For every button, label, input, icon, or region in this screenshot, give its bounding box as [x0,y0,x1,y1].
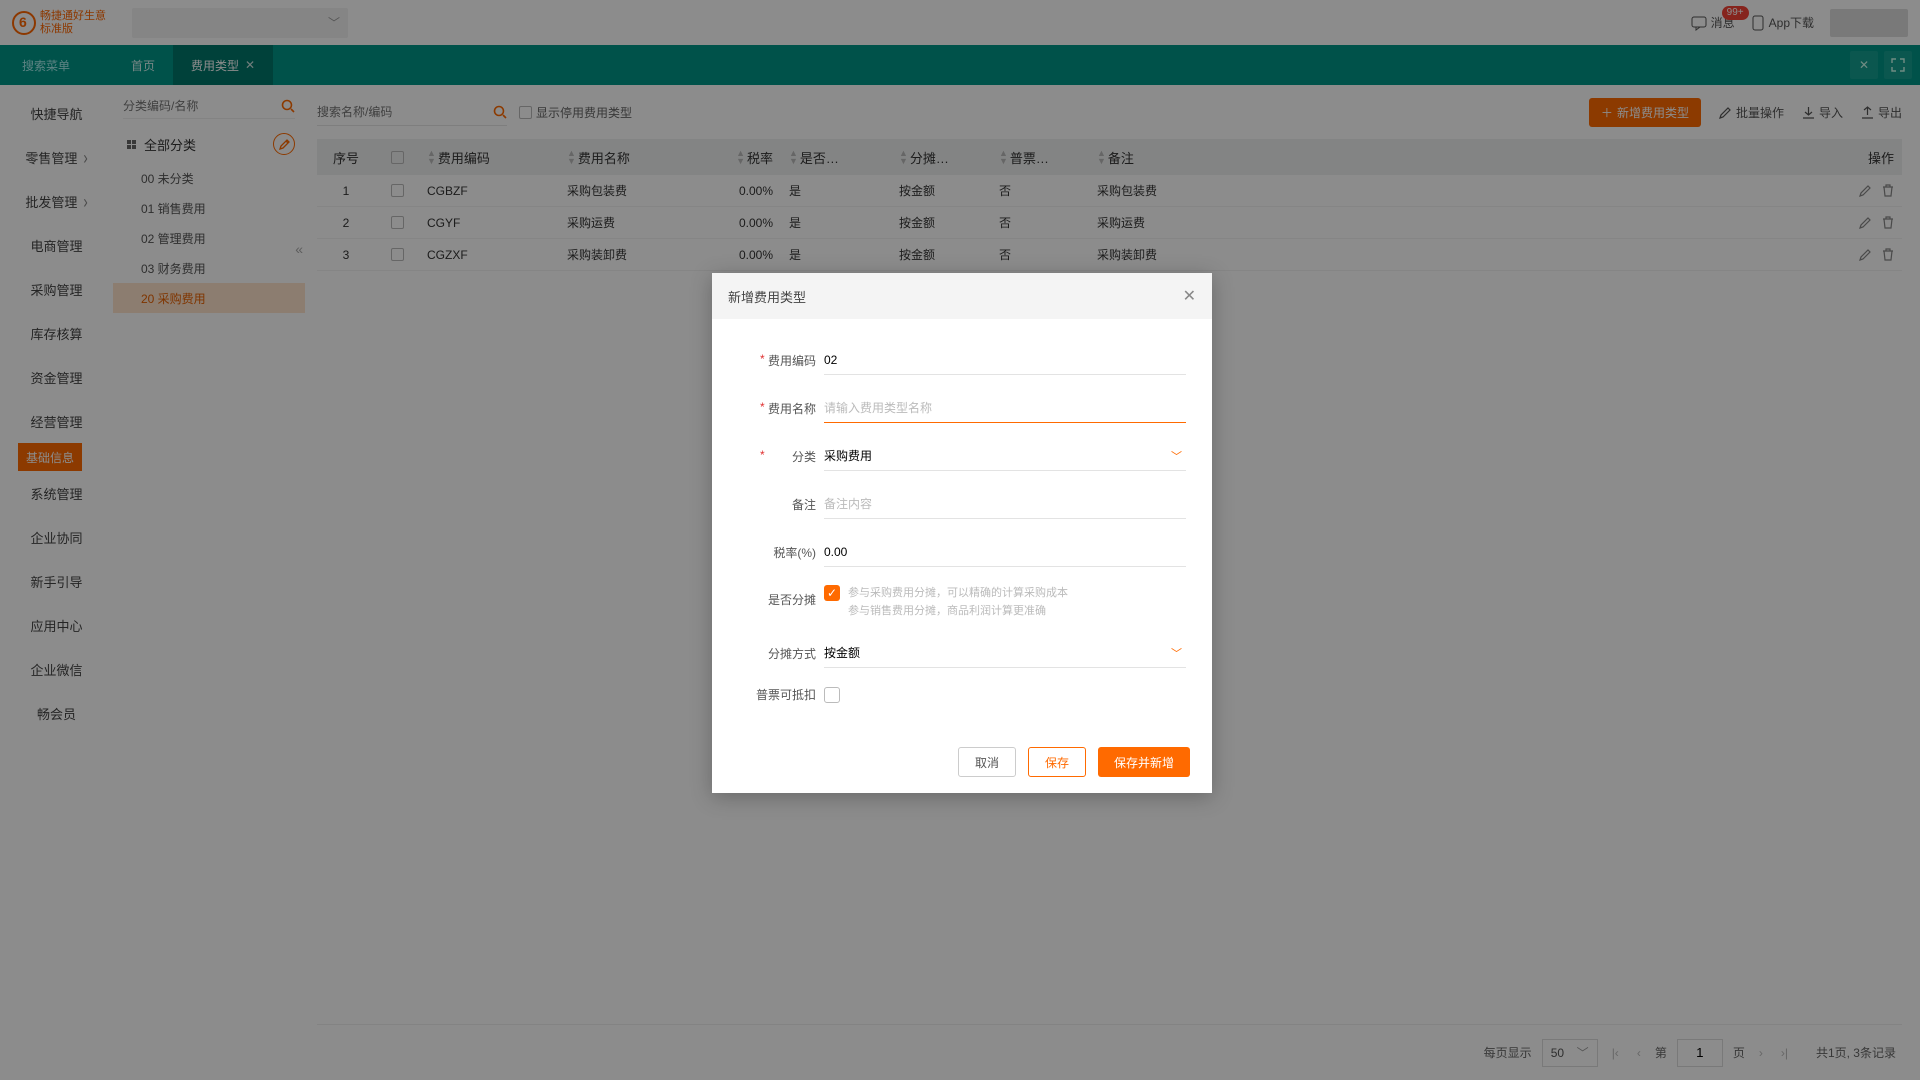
tax-field[interactable] [824,537,1186,567]
note-label: 备注 [738,496,824,513]
pp-label: 普票可抵扣 [738,686,824,703]
modal-footer: 取消 保存 保存并新增 [712,731,1212,793]
cancel-button[interactable]: 取消 [958,747,1016,777]
modal-close-button[interactable]: ✕ [1183,286,1196,306]
name-label: 费用名称 [738,400,824,417]
category-select[interactable]: ﹀ [824,441,1186,471]
code-label: 费用编码 [738,352,824,369]
tax-input[interactable] [824,545,1186,559]
add-fee-type-modal: 新增费用类型 ✕ 费用编码 费用名称 占分类 ﹀ 备注 [712,273,1212,793]
alloc-method-value[interactable] [824,646,1186,660]
tax-label: 税率(%) [738,544,824,561]
alloc-yn-checkbox[interactable]: ✓ [824,585,840,601]
alloc-method-select[interactable]: ﹀ [824,638,1186,668]
alloc-hint: 参与采购费用分摊，可以精确的计算采购成本 参与销售费用分摊，商品利润计算更准确 [848,585,1068,620]
category-value[interactable] [824,449,1186,463]
chevron-down-icon: ﹀ [1171,645,1182,661]
chevron-down-icon: ﹀ [1171,448,1182,464]
name-field[interactable] [824,393,1186,423]
alloc-yn-label: 是否分摊 [738,585,824,608]
code-field[interactable] [824,345,1186,375]
save-and-add-button[interactable]: 保存并新增 [1098,747,1190,777]
name-input[interactable] [824,401,1186,415]
alloc-method-label: 分摊方式 [738,645,824,662]
modal-title: 新增费用类型 [728,287,806,306]
modal-header: 新增费用类型 ✕ [712,273,1212,319]
save-button[interactable]: 保存 [1028,747,1086,777]
note-field[interactable] [824,489,1186,519]
note-input[interactable] [824,497,1186,511]
code-input[interactable] [824,353,1186,367]
pp-checkbox[interactable] [824,687,840,703]
category-label: 占分类 [738,448,824,465]
